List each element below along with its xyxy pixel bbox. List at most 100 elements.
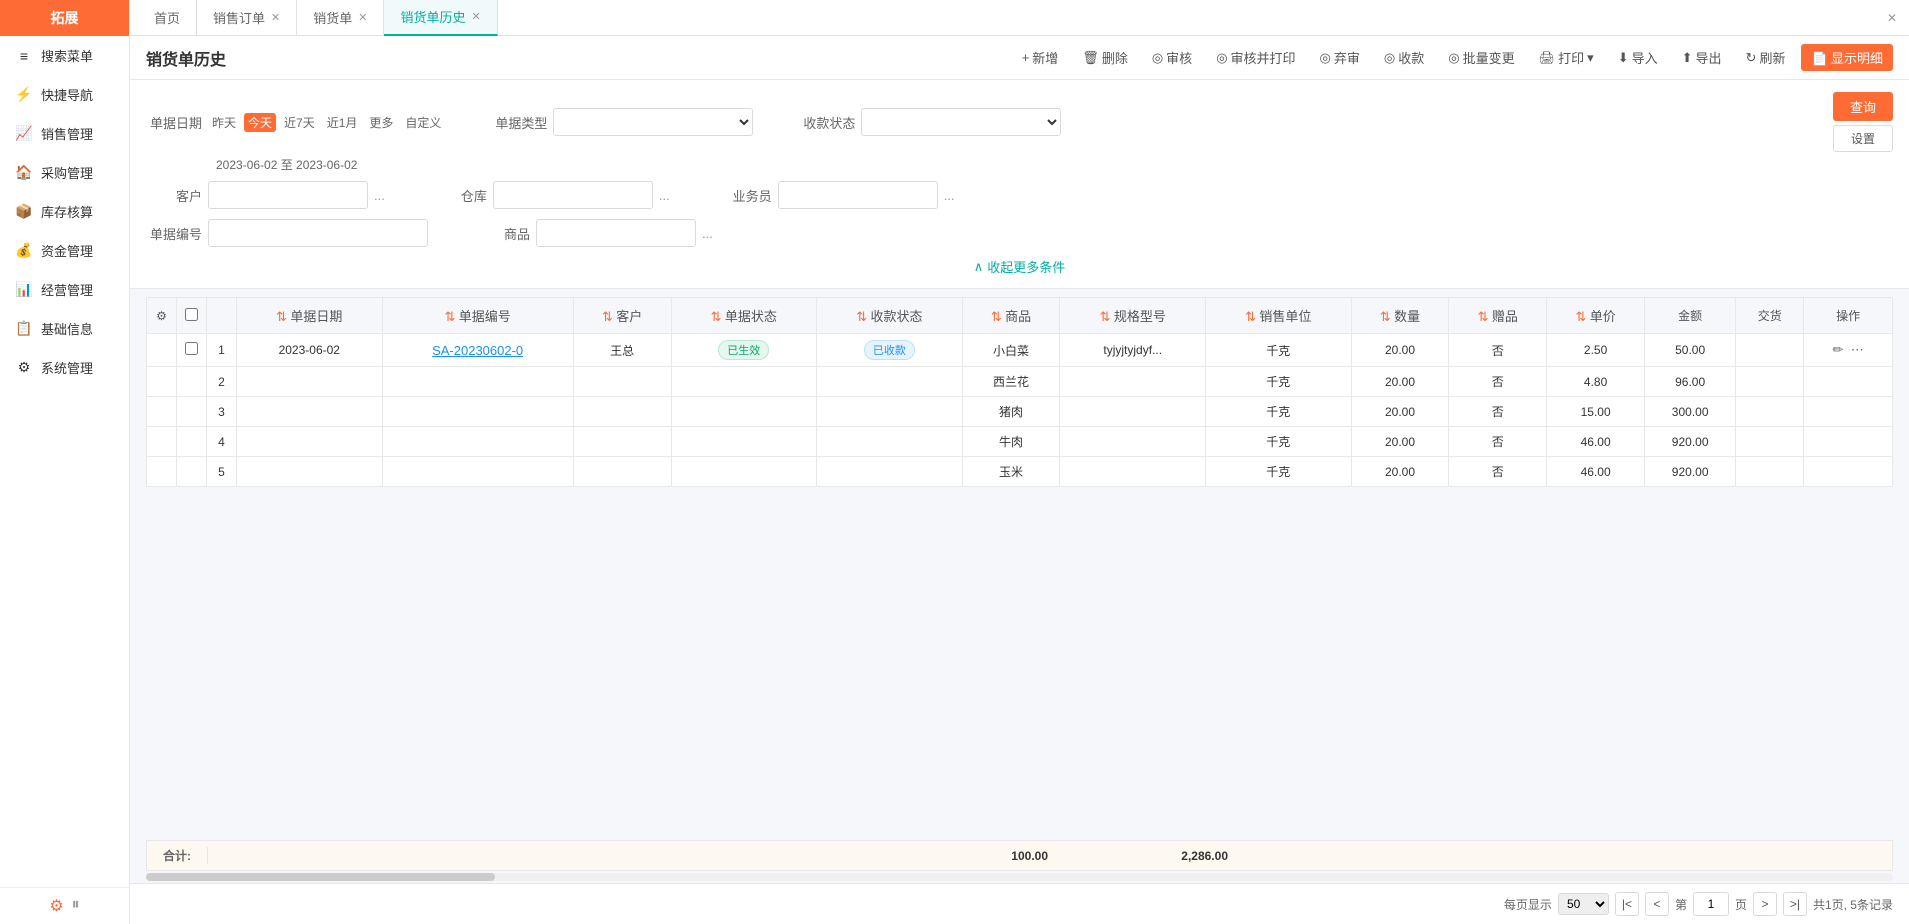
row-checkbox[interactable] xyxy=(185,342,198,355)
sidebar-settings-icon[interactable]: ⚙ xyxy=(49,896,63,916)
col-date[interactable]: ⇅ 单据日期 xyxy=(237,298,383,334)
tab-sales-invoice[interactable]: 销货单 ✕ xyxy=(297,0,384,36)
doc-type-label: 单据类型 xyxy=(491,113,547,132)
collect-button[interactable]: ◎ 收款 xyxy=(1376,44,1432,71)
sidebar-item-purchase-mgmt[interactable]: 🏠 采购管理 xyxy=(0,153,129,192)
refresh-button[interactable]: ↻ 刷新 xyxy=(1738,44,1794,71)
table-row: 4 牛肉 千克 20.00 否 46.00 920.00 xyxy=(147,427,1893,457)
col-doc-status[interactable]: ⇅ 单据状态 xyxy=(671,298,817,334)
col-quantity[interactable]: ⇅ 数量 xyxy=(1351,298,1449,334)
col-sales-unit[interactable]: ⇅ 销售单位 xyxy=(1206,298,1352,334)
shortcut-yesterday[interactable]: 昨天 xyxy=(208,113,240,132)
shortcut-1month[interactable]: 近1月 xyxy=(323,113,362,132)
audit-print-button[interactable]: ◎ 审核并打印 xyxy=(1208,44,1303,71)
sidebar-item-quick-nav[interactable]: ⚡ 快捷导航 xyxy=(0,75,129,114)
close-all-tabs[interactable]: ✕ xyxy=(1883,7,1901,29)
tab-sales-order[interactable]: 销售订单 ✕ xyxy=(197,0,297,36)
new-button[interactable]: + 新增 xyxy=(1014,44,1067,71)
export-button[interactable]: ⬆ 导出 xyxy=(1674,44,1730,71)
scroll-area[interactable] xyxy=(130,871,1909,883)
audit-button[interactable]: ◎ 审核 xyxy=(1144,44,1200,71)
col-gift-label: 赠品 xyxy=(1492,309,1518,324)
delete-button[interactable]: 🗑 删除 xyxy=(1074,44,1136,71)
show-detail-button[interactable]: 📄 显示明细 xyxy=(1801,44,1893,71)
sidebar-item-sales-mgmt[interactable]: 📈 销售管理 xyxy=(0,114,129,153)
goods-dots[interactable]: ... xyxy=(702,226,713,241)
sort-docstatus-icon: ⇅ xyxy=(711,309,722,324)
system-mgmt-icon: ⚙ xyxy=(15,359,33,377)
scroll-thumb[interactable] xyxy=(146,873,495,881)
sort-qty-icon: ⇅ xyxy=(1380,309,1391,324)
tab-sales-history-close[interactable]: ✕ xyxy=(472,10,481,23)
salesperson-dots[interactable]: ... xyxy=(944,188,955,203)
select-all-checkbox[interactable] xyxy=(185,308,198,321)
col-customer[interactable]: ⇅ 客户 xyxy=(573,298,671,334)
more-action[interactable]: ⋯ xyxy=(1849,342,1866,357)
doc-num-link[interactable]: SA-20230602-0 xyxy=(432,343,523,358)
sidebar-item-inventory[interactable]: 📦 库存核算 xyxy=(0,192,129,231)
batch-change-button[interactable]: ◎ 批量变更 xyxy=(1440,44,1522,71)
cell-goods: 小白菜 xyxy=(962,334,1060,367)
sidebar-item-basic-info[interactable]: 📋 基础信息 xyxy=(0,309,129,348)
shortcut-7days[interactable]: 近7天 xyxy=(280,113,319,132)
col-unit-price[interactable]: ⇅ 单价 xyxy=(1547,298,1645,334)
goods-input[interactable] xyxy=(536,219,696,247)
cell-doc-num xyxy=(382,427,573,457)
shortcut-custom[interactable]: 自定义 xyxy=(401,113,445,132)
last-page-btn[interactable]: >| xyxy=(1783,892,1807,916)
payment-status-select[interactable] xyxy=(861,108,1061,136)
sidebar-collapse-icon[interactable]: ⏸ xyxy=(72,896,80,916)
print-label: 打印 xyxy=(1558,48,1584,67)
first-page-btn[interactable]: |< xyxy=(1615,892,1639,916)
col-spec[interactable]: ⇅ 规格型号 xyxy=(1060,298,1206,334)
cell-row-num: 4 xyxy=(207,427,237,457)
cell-action xyxy=(1804,397,1893,427)
cell-customer xyxy=(573,397,671,427)
doc-number-filter: 单据编号 xyxy=(146,219,428,247)
setting-button[interactable]: 设置 xyxy=(1833,125,1893,152)
cell-goods: 牛肉 xyxy=(962,427,1060,457)
doc-number-input[interactable] xyxy=(208,219,428,247)
col-gift[interactable]: ⇅ 赠品 xyxy=(1449,298,1547,334)
collapse-button[interactable]: ∧ 收起更多条件 xyxy=(146,257,1893,276)
prev-page-btn[interactable]: < xyxy=(1645,892,1669,916)
sidebar-item-system-mgmt[interactable]: ⚙ 系统管理 xyxy=(0,348,129,387)
salesperson-input[interactable] xyxy=(778,181,938,209)
payment-status-badge: 已收款 xyxy=(864,340,915,360)
shortcut-more[interactable]: 更多 xyxy=(365,113,397,132)
customer-dots[interactable]: ... xyxy=(374,188,385,203)
tab-home[interactable]: 首页 xyxy=(138,0,197,36)
doc-type-select[interactable] xyxy=(553,108,753,136)
tab-sales-order-close[interactable]: ✕ xyxy=(271,11,280,24)
show-detail-icon: 📄 xyxy=(1811,51,1827,66)
col-goods[interactable]: ⇅ 商品 xyxy=(962,298,1060,334)
import-button[interactable]: ⬇ 导入 xyxy=(1610,44,1666,71)
abandon-button[interactable]: ◎ 弃审 xyxy=(1312,44,1368,71)
sort-goods-icon: ⇅ xyxy=(991,309,1002,324)
query-button[interactable]: 查询 xyxy=(1833,92,1893,121)
per-page-select[interactable]: 50 100 200 xyxy=(1558,893,1609,915)
warehouse-input[interactable] xyxy=(493,181,653,209)
date-range-display: 2023-06-02 至 2023-06-02 xyxy=(216,156,1893,173)
edit-action[interactable]: ✏ xyxy=(1831,342,1846,357)
refresh-icon: ↻ xyxy=(1746,50,1757,66)
sidebar-item-operations[interactable]: 📊 经营管理 xyxy=(0,270,129,309)
page-input[interactable]: 1 xyxy=(1693,892,1729,916)
cell-date xyxy=(237,397,383,427)
tab-sales-invoice-close[interactable]: ✕ xyxy=(358,11,367,24)
next-page-btn[interactable]: > xyxy=(1753,892,1777,916)
col-payment-status[interactable]: ⇅ 收款状态 xyxy=(817,298,963,334)
warehouse-dots[interactable]: ... xyxy=(659,188,670,203)
col-settings[interactable]: ⚙ xyxy=(147,298,177,334)
cell-customer xyxy=(573,457,671,487)
col-doc-num-label: 单据编号 xyxy=(459,309,511,324)
customer-input[interactable] xyxy=(208,181,368,209)
cell-customer xyxy=(573,367,671,397)
col-doc-num[interactable]: ⇅ 单据编号 xyxy=(382,298,573,334)
sidebar-item-capital-mgmt[interactable]: 💰 资金管理 xyxy=(0,231,129,270)
tab-sales-history[interactable]: 销货单历史 ✕ xyxy=(384,0,497,36)
sidebar-item-search-menu[interactable]: ≡ 搜索菜单 xyxy=(0,36,129,75)
audit-label: 审核 xyxy=(1166,48,1192,67)
shortcut-today[interactable]: 今天 xyxy=(244,113,276,132)
print-button[interactable]: 🖨 打印 ▾ xyxy=(1531,44,1602,71)
